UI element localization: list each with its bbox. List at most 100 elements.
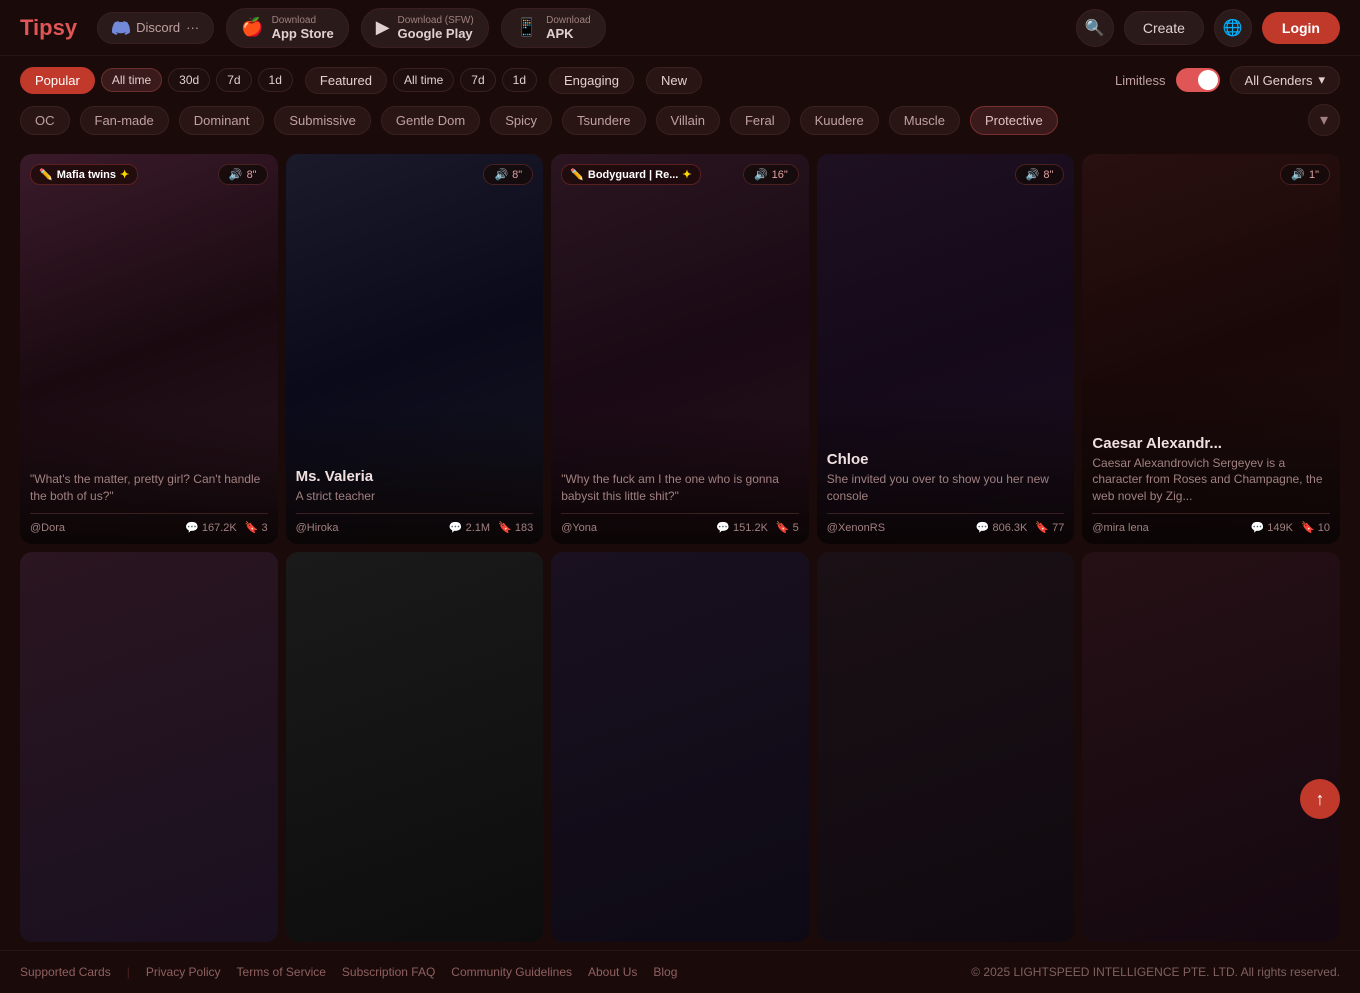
- blog-link[interactable]: Blog: [653, 965, 677, 979]
- limitless-label: Limitless: [1115, 73, 1166, 88]
- featured-1d[interactable]: 1d: [502, 68, 537, 92]
- download-apk-button[interactable]: 📱 Download APK: [501, 8, 606, 48]
- appstore-line2: App Store: [272, 26, 334, 41]
- tag-dominant[interactable]: Dominant: [179, 106, 265, 135]
- pencil-icon: ✏️: [39, 168, 53, 181]
- language-button[interactable]: 🌐: [1214, 9, 1252, 47]
- card-4[interactable]: 🔊 8" Chloe She invited you over to show …: [817, 154, 1075, 544]
- discord-button[interactable]: Discord ···: [97, 12, 214, 44]
- tag-spicy[interactable]: Spicy: [490, 106, 552, 135]
- card-4-author: @XenonRS: [827, 522, 885, 534]
- popular-1d[interactable]: 1d: [258, 68, 293, 92]
- tag-gentledom[interactable]: Gentle Dom: [381, 106, 480, 135]
- card-1[interactable]: ✏️ Mafia twins ✦ 🔊 8" "What's the matter…: [20, 154, 278, 544]
- create-button[interactable]: Create: [1124, 11, 1204, 45]
- tag-kuudere[interactable]: Kuudere: [800, 106, 879, 135]
- tag-oc[interactable]: OC: [20, 106, 70, 135]
- header-right: 🔍 Create 🌐 Login: [1076, 9, 1340, 47]
- apk-icon: 📱: [516, 17, 538, 38]
- card-8-bg: [551, 552, 809, 942]
- limitless-toggle[interactable]: [1176, 68, 1220, 92]
- googleplay-icon: ▶: [376, 17, 390, 38]
- login-button[interactable]: Login: [1262, 12, 1340, 44]
- card-2-stats: 💬 2.1M 🔖 183: [449, 521, 533, 534]
- popular-30d[interactable]: 30d: [168, 68, 210, 92]
- card-1-badge-text: Mafia twins: [57, 169, 116, 181]
- card-4-stats: 💬 806.3K 🔖 77: [976, 521, 1065, 534]
- card-3[interactable]: ✏️ Bodyguard | Re... ✦ 🔊 16" "Why the fu…: [551, 154, 809, 544]
- card-7[interactable]: [286, 552, 544, 942]
- featured-filter[interactable]: Featured: [305, 67, 387, 94]
- card-2-author: @Hiroka: [296, 522, 339, 534]
- card-1-footer: @Dora 💬 167.2K 🔖 3: [30, 513, 268, 534]
- download-googleplay-button[interactable]: ▶ Download (SFW) Google Play: [361, 8, 489, 48]
- card-3-stats: 💬 151.2K 🔖 5: [716, 521, 799, 534]
- card-1-author: @Dora: [30, 522, 65, 534]
- toggle-knob: [1198, 70, 1218, 90]
- card-6[interactable]: [20, 552, 278, 942]
- chevron-down-icon: ▾: [1318, 72, 1325, 88]
- card-3-badge: ✏️ Bodyguard | Re... ✦: [561, 164, 700, 185]
- tag-tsundere[interactable]: Tsundere: [562, 106, 645, 135]
- card-10[interactable]: [1082, 552, 1340, 942]
- subscription-faq-link[interactable]: Subscription FAQ: [342, 965, 435, 979]
- footer-divider-1: |: [127, 965, 130, 979]
- engaging-filter[interactable]: Engaging: [549, 67, 634, 94]
- audio-icon-5: 🔊: [1291, 168, 1305, 181]
- card-3-audio-count: 16": [772, 169, 788, 181]
- card-2[interactable]: 🔊 8" Ms. Valeria A strict teacher @Hirok…: [286, 154, 544, 544]
- tag-fanmade[interactable]: Fan-made: [80, 106, 169, 135]
- tag-villain[interactable]: Villain: [656, 106, 720, 135]
- expand-tags-button[interactable]: ▾: [1308, 104, 1340, 136]
- popular-alltime[interactable]: All time: [101, 68, 162, 92]
- app-logo[interactable]: Tipsy: [20, 15, 77, 41]
- card-4-overlay: Chloe She invited you over to show you h…: [817, 391, 1075, 544]
- limitless-group: Limitless All Genders ▾: [1115, 66, 1340, 94]
- filter-bar-primary: Popular All time 30d 7d 1d Featured All …: [0, 56, 1360, 104]
- new-filter[interactable]: New: [646, 67, 702, 94]
- card-4-audio: 🔊 8": [1015, 164, 1065, 185]
- card-9[interactable]: [817, 552, 1075, 942]
- search-button[interactable]: 🔍: [1076, 9, 1114, 47]
- terms-link[interactable]: Terms of Service: [237, 965, 326, 979]
- card-8[interactable]: [551, 552, 809, 942]
- card-1-likes: 🔖 3: [245, 521, 268, 534]
- googleplay-line2: Google Play: [398, 26, 474, 41]
- about-us-link[interactable]: About Us: [588, 965, 637, 979]
- card-3-overlay: "Why the fuck am I the one who is gonna …: [551, 411, 809, 544]
- card-2-footer: @Hiroka 💬 2.1M 🔖 183: [296, 513, 534, 534]
- gender-select[interactable]: All Genders ▾: [1230, 66, 1340, 94]
- tag-feral[interactable]: Feral: [730, 106, 790, 135]
- scroll-top-button[interactable]: ↑: [1300, 779, 1340, 819]
- footer-links: Supported Cards | Privacy Policy Terms o…: [20, 965, 677, 979]
- community-guidelines-link[interactable]: Community Guidelines: [451, 965, 572, 979]
- popular-7d[interactable]: 7d: [216, 68, 251, 92]
- card-5[interactable]: 🔊 1" Caesar Alexandr... Caesar Alexandro…: [1082, 154, 1340, 544]
- card-4-likes: 🔖 77: [1035, 521, 1064, 534]
- page-footer: Supported Cards | Privacy Policy Terms o…: [0, 950, 1360, 993]
- audio-icon-3: 🔊: [754, 168, 768, 181]
- apk-line1: Download: [546, 15, 590, 26]
- tag-submissive[interactable]: Submissive: [274, 106, 370, 135]
- header: Tipsy Discord ··· 🍎 Download App Store ▶…: [0, 0, 1360, 56]
- popular-filter[interactable]: Popular: [20, 67, 95, 94]
- card-3-chats: 💬 151.2K: [716, 521, 768, 534]
- featured-alltime[interactable]: All time: [393, 68, 454, 92]
- discord-label: Discord: [136, 20, 180, 35]
- card-2-name: Ms. Valeria: [296, 468, 534, 485]
- tag-protective[interactable]: Protective: [970, 106, 1058, 135]
- download-appstore-button[interactable]: 🍎 Download App Store: [226, 8, 349, 48]
- featured-7d[interactable]: 7d: [460, 68, 495, 92]
- filter-bar-tags: OC Fan-made Dominant Submissive Gentle D…: [0, 104, 1360, 146]
- card-2-overlay: Ms. Valeria A strict teacher @Hiroka 💬 2…: [286, 408, 544, 544]
- card-10-bg: [1082, 552, 1340, 942]
- privacy-policy-link[interactable]: Privacy Policy: [146, 965, 221, 979]
- card-4-chats: 💬 806.3K: [976, 521, 1028, 534]
- card-4-footer: @XenonRS 💬 806.3K 🔖 77: [827, 513, 1065, 534]
- pencil-icon-3: ✏️: [570, 168, 584, 181]
- card-4-name: Chloe: [827, 451, 1065, 468]
- gender-label: All Genders: [1245, 73, 1313, 88]
- card-3-audio: 🔊 16": [743, 164, 799, 185]
- tag-muscle[interactable]: Muscle: [889, 106, 960, 135]
- supported-cards-link[interactable]: Supported Cards: [20, 965, 111, 979]
